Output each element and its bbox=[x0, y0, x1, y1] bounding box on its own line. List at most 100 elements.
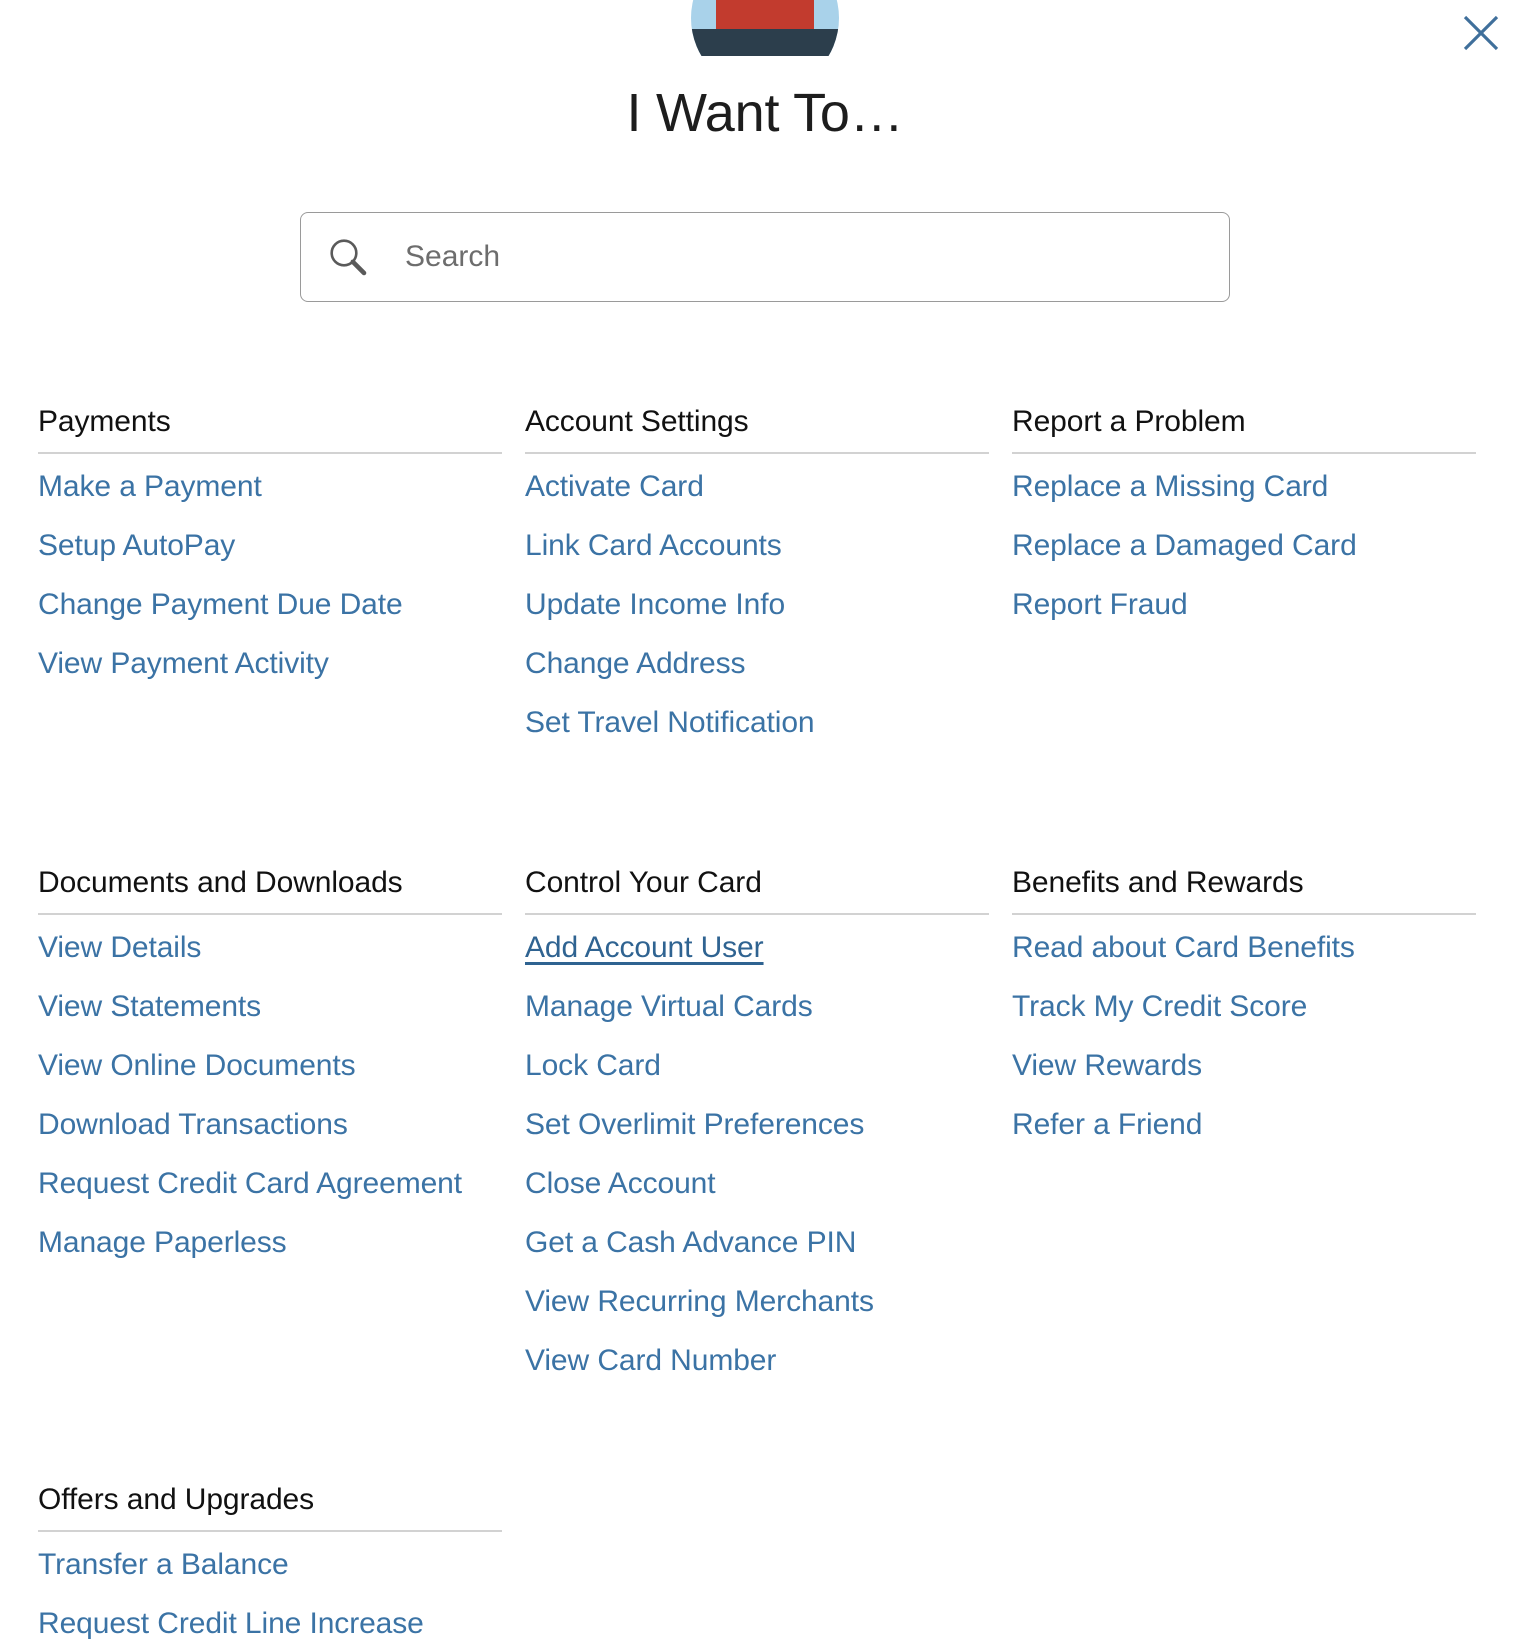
list-item: Lock Card bbox=[525, 1033, 989, 1092]
list-item: Add Account User bbox=[525, 915, 989, 974]
logo-circle bbox=[691, 0, 839, 56]
list-item: Change Payment Due Date bbox=[38, 572, 502, 631]
link-track-my-credit-score[interactable]: Track My Credit Score bbox=[1012, 974, 1307, 1033]
link-view-online-documents[interactable]: View Online Documents bbox=[38, 1033, 356, 1092]
link-activate-card[interactable]: Activate Card bbox=[525, 454, 704, 513]
link-view-card-number[interactable]: View Card Number bbox=[525, 1328, 776, 1387]
list-item: Transfer a Balance bbox=[38, 1532, 502, 1591]
link-manage-paperless[interactable]: Manage Paperless bbox=[38, 1210, 287, 1269]
link-list: Add Account User Manage Virtual Cards Lo… bbox=[525, 915, 989, 1387]
link-replace-a-damaged-card[interactable]: Replace a Damaged Card bbox=[1012, 513, 1357, 572]
link-refer-a-friend[interactable]: Refer a Friend bbox=[1012, 1092, 1202, 1151]
link-groups-row-1: Payments Make a Payment Setup AutoPay Ch… bbox=[38, 405, 1492, 749]
list-item: Download Transactions bbox=[38, 1092, 502, 1151]
group-title: Documents and Downloads bbox=[38, 866, 502, 915]
list-item: View Online Documents bbox=[38, 1033, 502, 1092]
list-item: View Details bbox=[38, 915, 502, 974]
link-lock-card[interactable]: Lock Card bbox=[525, 1033, 661, 1092]
link-change-address[interactable]: Change Address bbox=[525, 631, 746, 690]
group-title: Control Your Card bbox=[525, 866, 989, 915]
link-get-a-cash-advance-pin[interactable]: Get a Cash Advance PIN bbox=[525, 1210, 856, 1269]
search-input[interactable] bbox=[405, 213, 1205, 301]
group-report-a-problem: Report a Problem Replace a Missing Card … bbox=[1012, 405, 1476, 749]
link-close-account[interactable]: Close Account bbox=[525, 1151, 716, 1210]
list-item: Replace a Damaged Card bbox=[1012, 513, 1476, 572]
group-account-settings: Account Settings Activate Card Link Card… bbox=[525, 405, 989, 749]
list-item: Manage Virtual Cards bbox=[525, 974, 989, 1033]
link-update-income-info[interactable]: Update Income Info bbox=[525, 572, 785, 631]
group-title: Payments bbox=[38, 405, 502, 454]
link-groups-row-3: Offers and Upgrades Transfer a Balance R… bbox=[38, 1483, 1492, 1648]
link-groups-grid: Payments Make a Payment Setup AutoPay Ch… bbox=[38, 405, 1492, 1648]
search-row bbox=[0, 212, 1530, 302]
link-read-about-card-benefits[interactable]: Read about Card Benefits bbox=[1012, 915, 1355, 974]
link-change-payment-due-date[interactable]: Change Payment Due Date bbox=[38, 572, 403, 631]
list-item: View Recurring Merchants bbox=[525, 1269, 989, 1328]
link-report-fraud[interactable]: Report Fraud bbox=[1012, 572, 1188, 631]
link-transfer-a-balance[interactable]: Transfer a Balance bbox=[38, 1532, 289, 1591]
link-add-account-user[interactable]: Add Account User bbox=[525, 915, 764, 974]
list-item: Activate Card bbox=[525, 454, 989, 513]
link-list: Read about Card Benefits Track My Credit… bbox=[1012, 915, 1476, 1151]
group-title: Report a Problem bbox=[1012, 405, 1476, 454]
group-benefits-and-rewards: Benefits and Rewards Read about Card Ben… bbox=[1012, 866, 1476, 1387]
list-item: View Payment Activity bbox=[38, 631, 502, 690]
link-list: Replace a Missing Card Replace a Damaged… bbox=[1012, 454, 1476, 631]
logo-navy-base bbox=[691, 29, 839, 56]
list-item: View Statements bbox=[38, 974, 502, 1033]
search-icon bbox=[325, 234, 371, 280]
list-item: Setup AutoPay bbox=[38, 513, 502, 572]
link-view-details[interactable]: View Details bbox=[38, 915, 201, 974]
brand-logo-icon bbox=[691, 0, 839, 56]
group-offers-and-upgrades: Offers and Upgrades Transfer a Balance R… bbox=[38, 1483, 502, 1648]
link-list: Transfer a Balance Request Credit Line I… bbox=[38, 1532, 502, 1648]
link-request-credit-line-increase[interactable]: Request Credit Line Increase bbox=[38, 1591, 424, 1648]
list-item: Get a Cash Advance PIN bbox=[525, 1210, 989, 1269]
list-item: View Rewards bbox=[1012, 1033, 1476, 1092]
group-documents-and-downloads: Documents and Downloads View Details Vie… bbox=[38, 866, 502, 1387]
i-want-to-modal: I Want To… Payments Make a Payment Setup… bbox=[0, 0, 1530, 1648]
link-view-statements[interactable]: View Statements bbox=[38, 974, 261, 1033]
page-title: I Want To… bbox=[626, 83, 904, 143]
link-groups-row-2: Documents and Downloads View Details Vie… bbox=[38, 866, 1492, 1387]
list-item: Replace a Missing Card bbox=[1012, 454, 1476, 513]
search-box[interactable] bbox=[300, 212, 1230, 302]
group-title: Offers and Upgrades bbox=[38, 1483, 502, 1532]
list-item: Manage Paperless bbox=[38, 1210, 502, 1269]
list-item: Close Account bbox=[525, 1151, 989, 1210]
link-view-payment-activity[interactable]: View Payment Activity bbox=[38, 631, 329, 690]
list-item: Refer a Friend bbox=[1012, 1092, 1476, 1151]
link-set-travel-notification[interactable]: Set Travel Notification bbox=[525, 690, 815, 749]
link-view-rewards[interactable]: View Rewards bbox=[1012, 1033, 1202, 1092]
list-item: Update Income Info bbox=[525, 572, 989, 631]
list-item: Read about Card Benefits bbox=[1012, 915, 1476, 974]
group-payments: Payments Make a Payment Setup AutoPay Ch… bbox=[38, 405, 502, 749]
link-view-recurring-merchants[interactable]: View Recurring Merchants bbox=[525, 1269, 874, 1328]
list-item: Link Card Accounts bbox=[525, 513, 989, 572]
close-button[interactable] bbox=[1454, 6, 1508, 60]
list-item: Set Overlimit Preferences bbox=[525, 1092, 989, 1151]
link-download-transactions[interactable]: Download Transactions bbox=[38, 1092, 348, 1151]
list-item: Make a Payment bbox=[38, 454, 502, 513]
list-item: Request Credit Card Agreement bbox=[38, 1151, 502, 1210]
link-link-card-accounts[interactable]: Link Card Accounts bbox=[525, 513, 782, 572]
link-list: Activate Card Link Card Accounts Update … bbox=[525, 454, 989, 749]
link-setup-autopay[interactable]: Setup AutoPay bbox=[38, 513, 235, 572]
link-manage-virtual-cards[interactable]: Manage Virtual Cards bbox=[525, 974, 813, 1033]
logo-red-band bbox=[716, 0, 814, 29]
group-title: Benefits and Rewards bbox=[1012, 866, 1476, 915]
list-item: Set Travel Notification bbox=[525, 690, 989, 749]
list-item: Change Address bbox=[525, 631, 989, 690]
link-set-overlimit-preferences[interactable]: Set Overlimit Preferences bbox=[525, 1092, 864, 1151]
close-icon bbox=[1461, 13, 1501, 53]
link-list: View Details View Statements View Online… bbox=[38, 915, 502, 1269]
row-spacer bbox=[38, 1387, 1492, 1483]
list-item: Request Credit Line Increase bbox=[38, 1591, 502, 1648]
link-make-a-payment[interactable]: Make a Payment bbox=[38, 454, 262, 513]
list-item: Report Fraud bbox=[1012, 572, 1476, 631]
list-item: View Card Number bbox=[525, 1328, 989, 1387]
list-item: Track My Credit Score bbox=[1012, 974, 1476, 1033]
link-replace-a-missing-card[interactable]: Replace a Missing Card bbox=[1012, 454, 1328, 513]
link-list: Make a Payment Setup AutoPay Change Paym… bbox=[38, 454, 502, 690]
link-request-credit-card-agreement[interactable]: Request Credit Card Agreement bbox=[38, 1151, 462, 1210]
